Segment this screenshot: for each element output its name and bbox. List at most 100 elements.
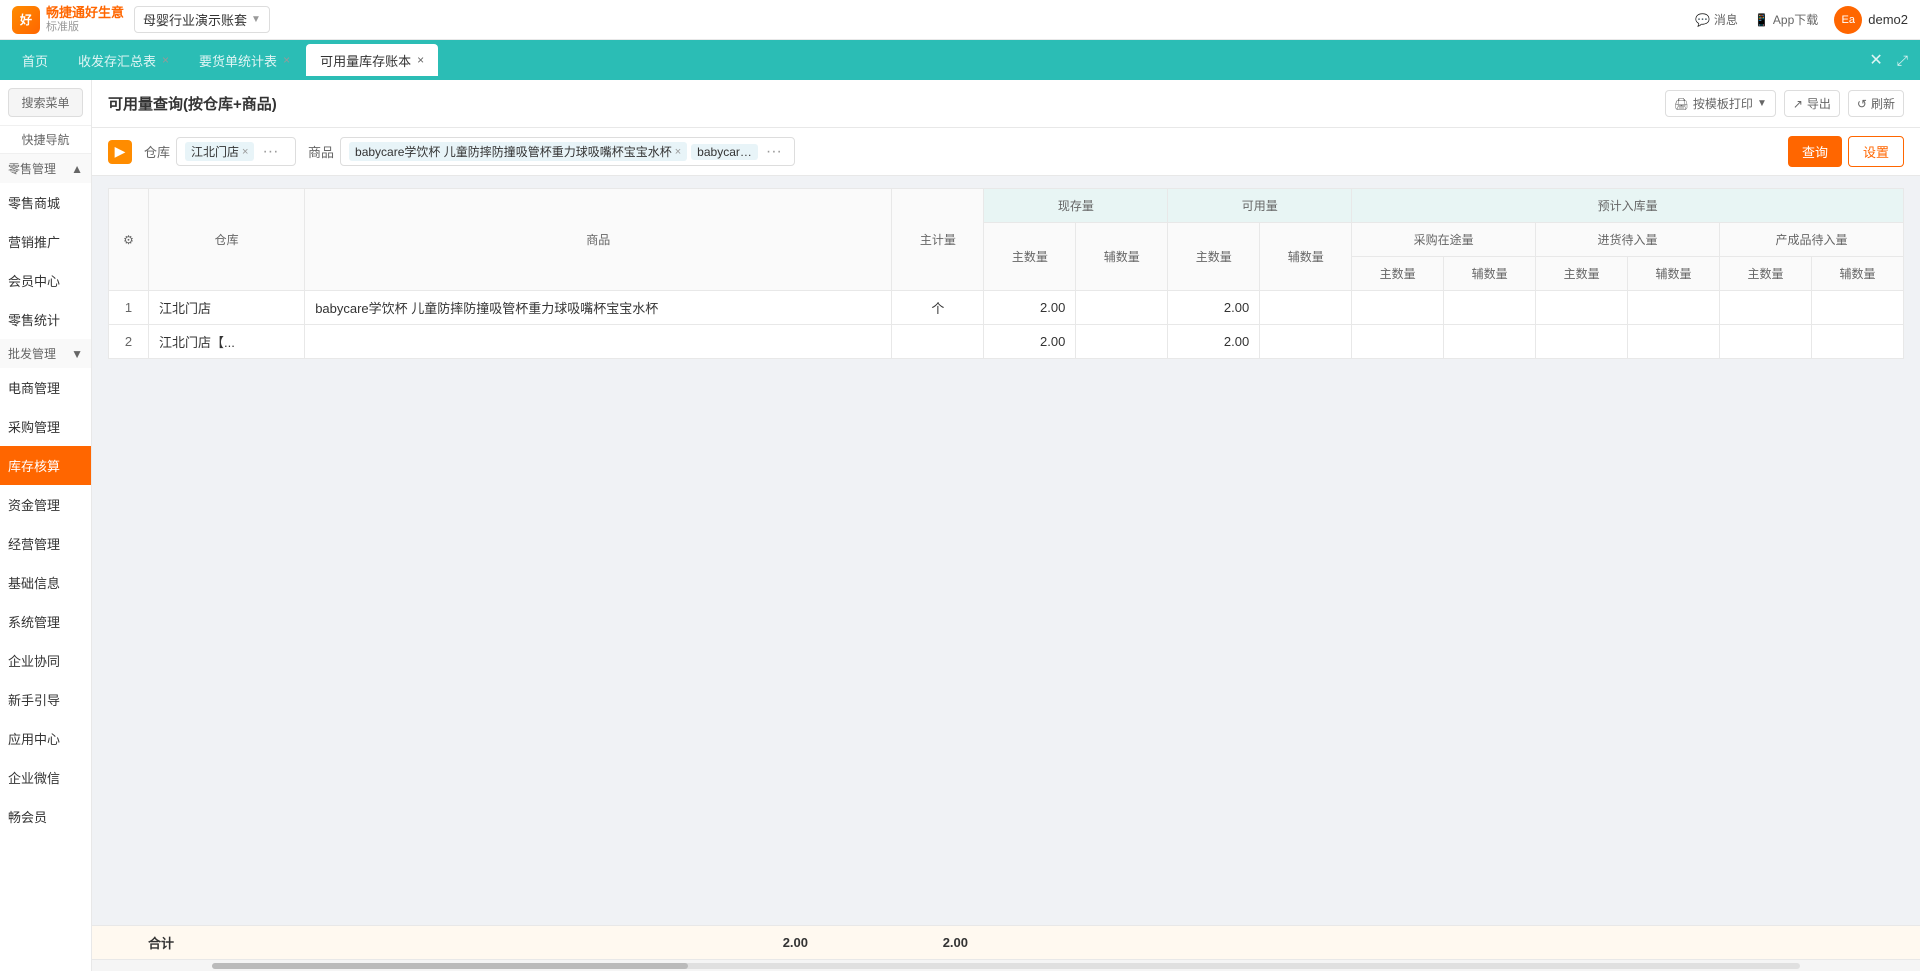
expand-window-button[interactable]: ⤢ [1893,46,1912,74]
current-main-header: 主数量 [984,223,1076,291]
footer-table: 合计 2.00 2.00 [108,933,1904,952]
query-button[interactable]: 查询 [1788,136,1842,167]
logo-text: 畅捷通好生意 标准版 [46,5,124,34]
sidebar-section: 零售管理 ▲ 零售商城 营销推广 会员中心 零售统计 批发管理 ▼ 电商管理 [0,154,91,836]
search-menu-button[interactable]: 搜索菜单 [8,88,83,117]
tab-home[interactable]: 首页 [8,44,62,76]
product-header: 商品 [305,189,892,291]
sidebar-item-wholesale-mgmt[interactable]: 批发管理 ▼ [0,339,91,368]
sidebar-item-retail-stats[interactable]: 零售统计 [0,300,91,339]
row-purchase-sub [1444,291,1536,325]
chevron-icon: ▲ [71,162,83,176]
top-bar: 好 畅捷通好生意 标准版 母婴行业演示账套 ▼ 💬 消息 📱 App下载 Ea … [0,0,1920,40]
row-unit: 个 [892,291,984,325]
sidebar-item-app-center[interactable]: 应用中心 [0,719,91,758]
avatar: Ea [1834,6,1862,34]
close-tab-available-stock[interactable]: × [417,53,424,67]
close-tab-order-stats[interactable]: × [283,53,290,67]
sidebar-item-enterprise-collab[interactable]: 企业协同 [0,641,91,680]
purchase-sub-header: 辅数量 [1444,257,1536,291]
sidebar-item-marketing[interactable]: 营销推广 [0,222,91,261]
row-incoming-main [1536,325,1628,359]
tab-order-stats[interactable]: 要货单统计表 × [185,44,304,76]
industry-select[interactable]: 母婴行业演示账套 ▼ [134,6,270,33]
chevron-icon: ▼ [71,347,83,361]
page-header-actions: 🖨 按模板打印 ▼ ↗ 导出 ↺ 刷新 [1665,90,1904,117]
product-pending-header: 产成品待入量 [1720,223,1904,257]
incoming-main-header: 主数量 [1536,257,1628,291]
warehouse-tag: 江北门店 × [185,142,254,161]
data-table: ⚙ 仓库 商品 主计量 现存量 可用量 预计入库量 主数量 辅数量 主数量 辅数… [108,188,1904,359]
print-template-button[interactable]: 🖨 按模板打印 ▼ [1665,90,1776,117]
message-icon: 💬 [1695,13,1710,27]
chevron-down-icon: ▼ [251,14,261,25]
incoming-sub-header: 辅数量 [1628,257,1720,291]
sidebar-item-capital-mgmt[interactable]: 资金管理 [0,485,91,524]
sidebar-item-new-guide[interactable]: 新手引导 [0,680,91,719]
row-product-sub [1811,291,1903,325]
horizontal-scrollbar-thumb[interactable] [212,963,688,969]
row-unit [892,325,984,359]
warehouse-input[interactable]: 江北门店 × ··· [176,137,296,166]
settings-icon[interactable]: ⚙ [123,233,134,247]
top-bar-right: 💬 消息 📱 App下载 Ea demo2 [1695,6,1908,34]
row-warehouse: 江北门店【... [149,325,305,359]
tab-summary[interactable]: 收发存汇总表 × [64,44,183,76]
row-available-sub [1260,291,1352,325]
remove-warehouse-tag[interactable]: × [242,146,248,158]
page-header: 可用量查询(按仓库+商品) 🖨 按模板打印 ▼ ↗ 导出 ↺ 刷新 [92,80,1920,128]
settings-button[interactable]: 设置 [1848,136,1904,167]
export-button[interactable]: ↗ 导出 [1784,90,1840,117]
filter-toggle-button[interactable]: ▶ [108,140,132,164]
message-action[interactable]: 💬 消息 [1695,11,1738,28]
product-dots: ··· [762,143,786,161]
remove-product-tag-1[interactable]: × [675,146,681,158]
sidebar-item-enterprise-wechat[interactable]: 企业微信 [0,758,91,797]
available-main-header: 主数量 [1168,223,1260,291]
product-tag-1: babycare学饮杯 儿童防摔防撞吸管杯重力球吸嘴杯宝宝水杯 × [349,142,687,161]
sidebar-item-retail-mall[interactable]: 零售商城 [0,183,91,222]
refresh-button[interactable]: ↺ 刷新 [1848,90,1904,117]
product-main-header: 主数量 [1720,257,1812,291]
row-purchase-main [1352,291,1444,325]
sidebar-item-operations-mgmt[interactable]: 经营管理 [0,524,91,563]
filter-actions: 查询 设置 [1788,136,1904,167]
nav-tabs: 首页 收发存汇总表 × 要货单统计表 × 可用量库存账本 × ✕ ⤢ [0,40,1920,80]
row-purchase-main [1352,325,1444,359]
row-incoming-main [1536,291,1628,325]
sidebar-item-retail-mgmt[interactable]: 零售管理 ▲ [0,154,91,183]
row-product-main [1720,325,1812,359]
row-warehouse: 江北门店 [149,291,305,325]
close-all-tabs-button[interactable]: ✕ [1865,46,1886,74]
app-download-action[interactable]: 📱 App下载 [1754,11,1818,28]
row-incoming-sub [1628,291,1720,325]
row-product-main [1720,291,1812,325]
row-current-sub [1076,291,1168,325]
tab-available-stock[interactable]: 可用量库存账本 × [306,44,438,76]
product-input[interactable]: babycare学饮杯 儿童防摔防撞吸管杯重力球吸嘴杯宝宝水杯 × babyca… [340,137,795,166]
horizontal-scrollbar-track[interactable] [212,963,1800,969]
row-num: 2 [109,325,149,359]
sidebar-item-ecommerce-mgmt[interactable]: 电商管理 [0,368,91,407]
sidebar-item-inventory-check[interactable]: 库存核算 [0,446,91,485]
footer-available-main: 2.00 [888,933,968,952]
logo-icon: 好 [12,6,40,34]
quick-nav-button[interactable]: 快捷导航 [0,126,91,154]
purchase-main-header: 主数量 [1352,257,1444,291]
sidebar-item-system-mgmt[interactable]: 系统管理 [0,602,91,641]
user-area[interactable]: Ea demo2 [1834,6,1908,34]
top-bar-left: 好 畅捷通好生意 标准版 母婴行业演示账套 ▼ [12,5,270,34]
row-current-main: 2.00 [984,291,1076,325]
incoming-pending-header: 进货待入量 [1536,223,1720,257]
sidebar-item-purchase-mgmt[interactable]: 采购管理 [0,407,91,446]
nav-tabs-right: ✕ ⤢ [1865,46,1912,74]
sidebar-item-vip-member[interactable]: 畅会员 [0,797,91,836]
sidebar-item-basic-info[interactable]: 基础信息 [0,563,91,602]
sidebar-item-member-center[interactable]: 会员中心 [0,261,91,300]
print-arrow-icon: ▼ [1757,98,1767,109]
row-product: babycare学饮杯 儿童防摔防撞吸管杯重力球吸嘴杯宝宝水杯 [305,291,892,325]
product-tag-2: babycar… [691,144,758,160]
settings-header[interactable]: ⚙ [109,189,149,291]
close-tab-summary[interactable]: × [162,53,169,67]
app-download-icon: 📱 [1754,13,1769,27]
